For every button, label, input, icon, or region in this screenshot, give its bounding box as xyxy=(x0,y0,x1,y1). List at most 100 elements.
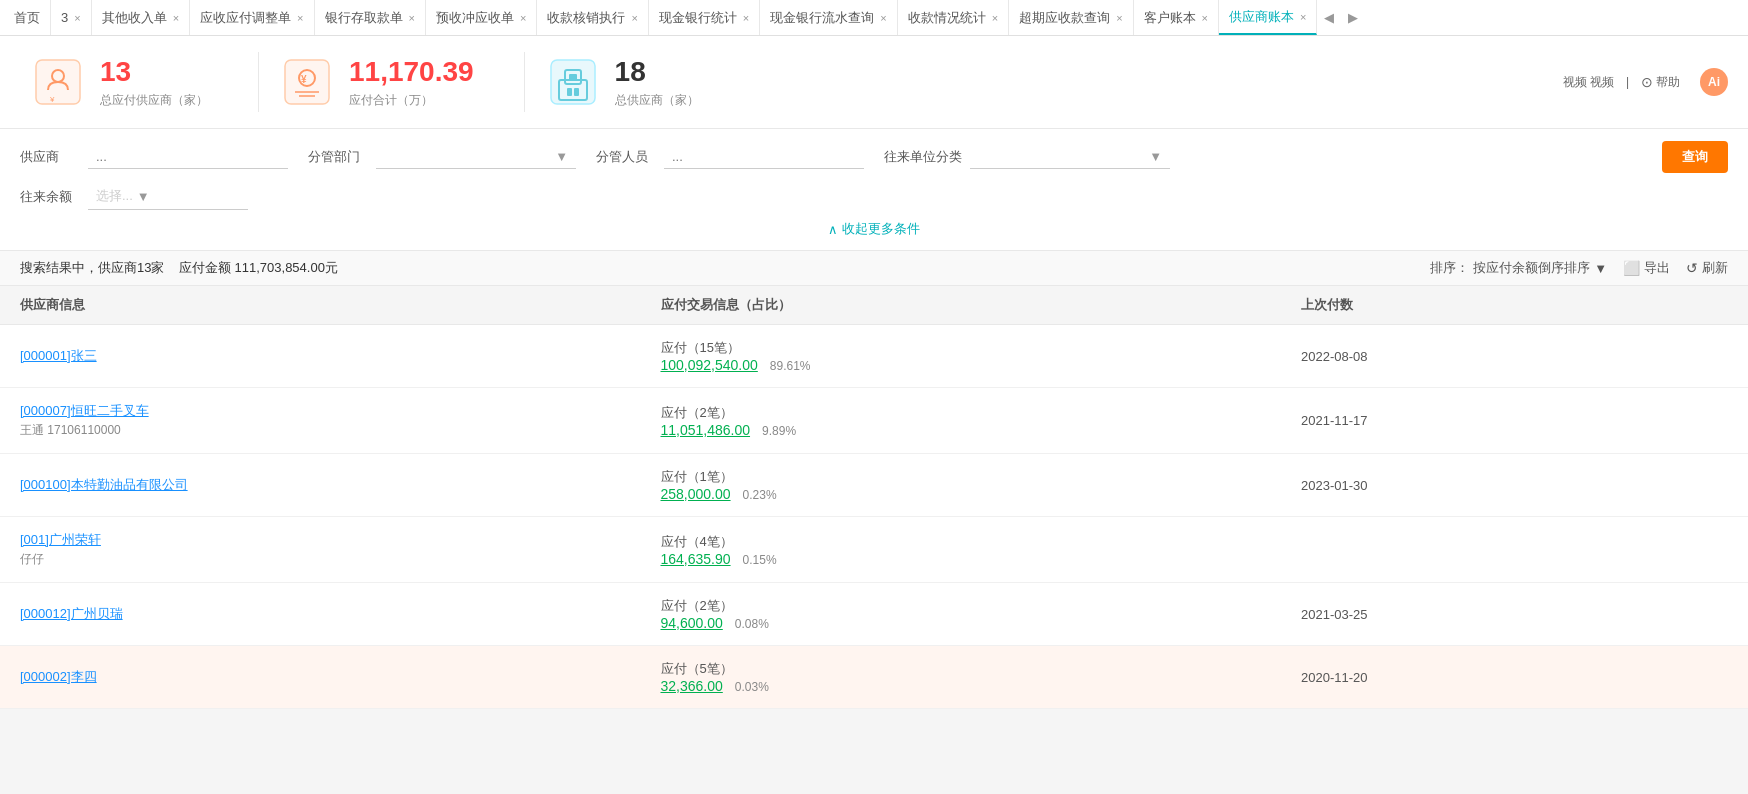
nav-rcvstat-close[interactable]: × xyxy=(992,12,998,24)
nav-home[interactable]: 首页 xyxy=(4,0,51,35)
tx-amount-3[interactable]: 164,635.90 xyxy=(661,551,731,567)
payable-total-icon: ¥ xyxy=(279,54,335,110)
nav-custbook[interactable]: 客户账本 × xyxy=(1134,0,1219,35)
balance-label: 往来余额 xyxy=(20,188,80,206)
tx-amount-4[interactable]: 94,600.00 xyxy=(661,615,723,631)
dept-select[interactable]: ▼ xyxy=(376,145,576,169)
svg-rect-10 xyxy=(574,88,579,96)
nav-arrow-right[interactable]: ▶ xyxy=(1341,0,1365,36)
stat-card-payable-total: ¥ 11,170.39 应付合计（万） xyxy=(269,54,514,110)
query-button[interactable]: 查询 xyxy=(1662,141,1728,173)
tx-percent-3: 0.15% xyxy=(743,553,777,567)
supplier-link-2[interactable]: [000100]本特勤油品有限公司 xyxy=(20,476,661,494)
refresh-button[interactable]: ↺ 刷新 xyxy=(1686,259,1728,277)
nav-presell-close[interactable]: × xyxy=(520,12,526,24)
stat-info-all-suppliers: 18 总供应商（家） xyxy=(615,55,699,110)
lastpay-cell-2: 2023-01-30 xyxy=(1301,478,1728,493)
col-header-lastpay: 上次付数 xyxy=(1301,296,1728,314)
lastpay-cell-1: 2021-11-17 xyxy=(1301,413,1728,428)
help-link[interactable]: ⊙ 帮助 xyxy=(1641,74,1680,91)
link-separator: | xyxy=(1626,75,1629,89)
tx-amount-5[interactable]: 32,366.00 xyxy=(661,678,723,694)
export-button[interactable]: ⬜ 导出 xyxy=(1623,259,1670,277)
nav-cashstat-close[interactable]: × xyxy=(743,12,749,24)
tx-cell-3: 应付（4笔） 164,635.90 0.15% xyxy=(661,533,1302,567)
nav-bank-close[interactable]: × xyxy=(409,12,415,24)
nav-bank[interactable]: 银行存取款单 × xyxy=(315,0,426,35)
tx-type-3: 应付（4笔） xyxy=(661,533,1302,551)
nav-overdue-label: 超期应收款查询 xyxy=(1019,9,1110,27)
nav-adjust-close[interactable]: × xyxy=(297,12,303,24)
nav-adjust[interactable]: 应收应付调整单 × xyxy=(190,0,314,35)
total-suppliers-label: 总供应商（家） xyxy=(615,92,699,109)
dept-label: 分管部门 xyxy=(308,148,368,166)
nav-overdue[interactable]: 超期应收款查询 × xyxy=(1009,0,1133,35)
tx-percent-1: 9.89% xyxy=(762,424,796,438)
supplier-link-0[interactable]: [000001]张三 xyxy=(20,347,661,365)
supplier-input[interactable] xyxy=(88,145,288,169)
nav-overdue-close[interactable]: × xyxy=(1116,12,1122,24)
refresh-icon: ↺ xyxy=(1686,260,1698,276)
nav-arrow-left[interactable]: ◀ xyxy=(1317,0,1341,36)
supplier-link-3[interactable]: [001]广州荣轩 xyxy=(20,531,661,549)
supplier-link-4[interactable]: [000012]广州贝瑞 xyxy=(20,605,661,623)
supplier-link-5[interactable]: [000002]李四 xyxy=(20,668,661,686)
nav-verify[interactable]: 收款核销执行 × xyxy=(537,0,648,35)
col-header-tx: 应付交易信息（占比） xyxy=(661,296,1302,314)
tx-row-5: 32,366.00 0.03% xyxy=(661,678,1302,694)
stat-info-total: 11,170.39 应付合计（万） xyxy=(349,55,474,110)
help-icon: ⊙ xyxy=(1641,74,1653,90)
nav-tab3-close[interactable]: × xyxy=(74,12,80,24)
tx-percent-2: 0.23% xyxy=(743,488,777,502)
category-select[interactable]: ▼ xyxy=(970,145,1170,169)
collapse-button[interactable]: ∧ 收起更多条件 xyxy=(20,220,1728,238)
stat-divider-2 xyxy=(524,52,525,112)
nav-custbook-close[interactable]: × xyxy=(1202,12,1208,24)
nav-supplierbook[interactable]: 供应商账本 × xyxy=(1219,0,1317,35)
nav-cashflow-close[interactable]: × xyxy=(880,12,886,24)
supplier-link-1[interactable]: [000007]恒旺二手叉车 xyxy=(20,402,661,420)
top-right-links: 视频视频 | ⊙ 帮助 Ai xyxy=(1563,68,1728,96)
tx-amount-2[interactable]: 258,000.00 xyxy=(661,486,731,502)
nav-home-label: 首页 xyxy=(14,9,40,27)
tx-type-0: 应付（15笔） xyxy=(661,339,1302,357)
tx-row-4: 94,600.00 0.08% xyxy=(661,615,1302,631)
supplier-cell-2: [000100]本特勤油品有限公司 xyxy=(20,476,661,494)
tx-cell-0: 应付（15笔） 100,092,540.00 89.61% xyxy=(661,339,1302,373)
tx-amount-0[interactable]: 100,092,540.00 xyxy=(661,357,758,373)
tx-percent-4: 0.08% xyxy=(735,617,769,631)
tx-type-1: 应付（2笔） xyxy=(661,404,1302,422)
tx-type-4: 应付（2笔） xyxy=(661,597,1302,615)
supplier-cell-4: [000012]广州贝瑞 xyxy=(20,605,661,623)
lastpay-cell-0: 2022-08-08 xyxy=(1301,349,1728,364)
tx-row-3: 164,635.90 0.15% xyxy=(661,551,1302,567)
person-input[interactable] xyxy=(664,145,864,169)
tx-cell-4: 应付（2笔） 94,600.00 0.08% xyxy=(661,597,1302,631)
nav-income[interactable]: 其他收入单 × xyxy=(92,0,190,35)
ai-label[interactable]: Ai xyxy=(1700,68,1728,96)
supplier-cell-1: [000007]恒旺二手叉车 王通 17106110000 xyxy=(20,402,661,439)
nav-supplierbook-close[interactable]: × xyxy=(1300,11,1306,23)
tx-type-5: 应付（5笔） xyxy=(661,660,1302,678)
nav-tab3[interactable]: 3 × xyxy=(51,0,92,35)
filter-row-1: 供应商 分管部门 ▼ 分管人员 往来单位分类 ▼ 查询 xyxy=(20,141,1728,173)
nav-verify-close[interactable]: × xyxy=(631,12,637,24)
export-icon: ⬜ xyxy=(1623,260,1640,276)
nav-cashflow[interactable]: 现金银行流水查询 × xyxy=(760,0,897,35)
nav-adjust-label: 应收应付调整单 xyxy=(200,9,291,27)
sort-select[interactable]: 排序： 按应付余额倒序排序 ▼ xyxy=(1430,259,1607,277)
nav-presell[interactable]: 预收冲应收单 × xyxy=(426,0,537,35)
video-link[interactable]: 视频视频 xyxy=(1563,74,1614,91)
sort-value: 按应付余额倒序排序 xyxy=(1473,259,1590,277)
nav-income-close[interactable]: × xyxy=(173,12,179,24)
svg-rect-11 xyxy=(569,74,577,80)
nav-tab3-label: 3 xyxy=(61,10,68,25)
tx-amount-1[interactable]: 11,051,486.00 xyxy=(661,422,751,438)
nav-cashstat[interactable]: 现金银行统计 × xyxy=(649,0,760,35)
balance-arrow-icon: ▼ xyxy=(137,189,150,204)
collapse-icon: ∧ xyxy=(828,222,838,237)
nav-rcvstat[interactable]: 收款情况统计 × xyxy=(898,0,1009,35)
tx-percent-0: 89.61% xyxy=(770,359,811,373)
lastpay-cell-5: 2020-11-20 xyxy=(1301,670,1728,685)
balance-select[interactable]: 选择... ▼ xyxy=(88,183,248,210)
